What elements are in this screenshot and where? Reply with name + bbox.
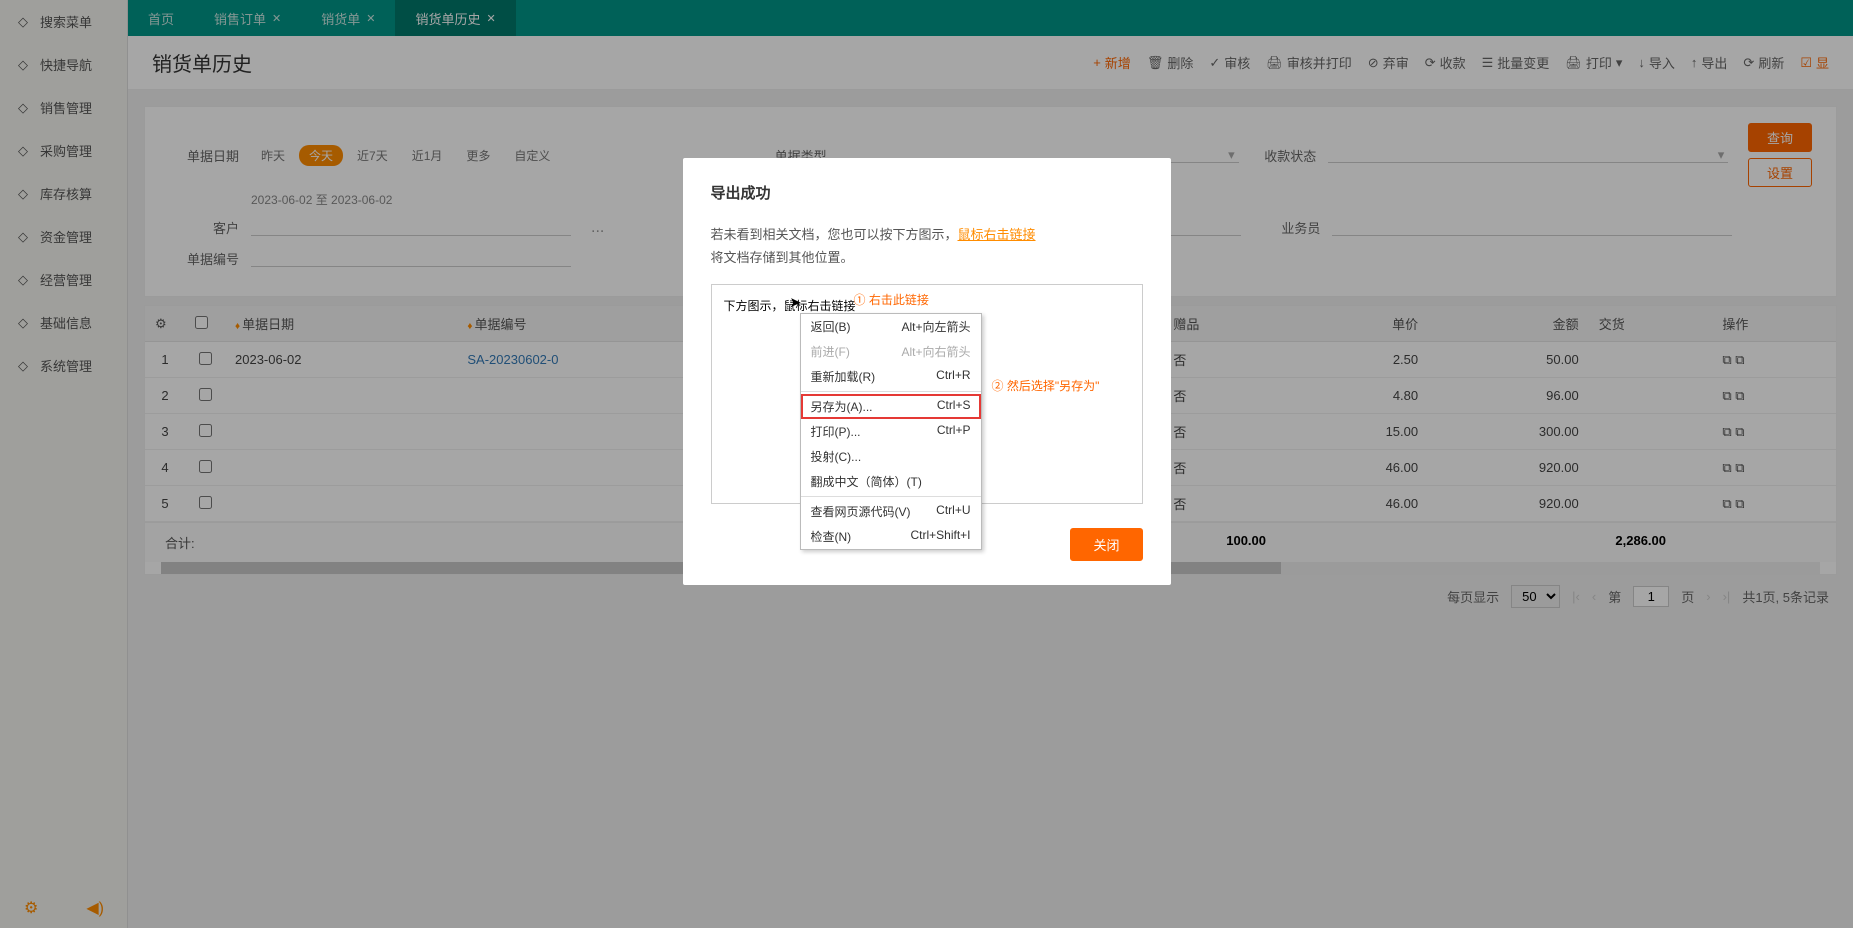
ctx-label: 另存为(A)... [811,398,873,415]
export-success-modal: 导出成功 若未看到相关文档，您也可以按下方图示，鼠标右击链接 将文档存储到其他位… [683,158,1171,585]
ctx-label: 打印(P)... [811,423,861,440]
ctx-item-0: 返回(B) Alt+向左箭头 [801,314,981,339]
ctx-key: Ctrl+P [937,423,971,440]
modal-close-button[interactable]: 关闭 [1070,528,1142,561]
ctx-label: 投射(C)... [811,448,862,465]
ctx-item-2: 重新加载(R) Ctrl+R [801,364,981,389]
ctx-key: Alt+向右箭头 [901,343,970,360]
ctx-key: Ctrl+R [936,368,970,385]
ctx-label: 翻成中文（简体）(T) [811,473,922,490]
modal-text: 若未看到相关文档，您也可以按下方图示，鼠标右击链接 将文档存储到其他位置。 [711,223,1143,270]
ctx-item-7: 查看网页源代码(V) Ctrl+U [801,499,981,524]
modal-rightclick-link[interactable]: 鼠标右击链接 [958,227,1036,242]
ctx-item-4: 打印(P)... Ctrl+P [801,419,981,444]
ctx-label: 检查(N) [811,528,852,545]
ctx-label: 查看网页源代码(V) [811,503,911,520]
ctx-label: 重新加载(R) [811,368,876,385]
annotation-1: ① 右击此链接 [854,291,929,308]
annotation-2: ② 然后选择"另存为" [992,377,1100,394]
ctx-item-6: 翻成中文（简体）(T) [801,469,981,494]
ctx-key: Ctrl+U [936,503,970,520]
demo-box: 下方图示，鼠标右击链接 ➤ ① 右击此链接 返回(B)Alt+向左箭头前进(F)… [711,284,1143,504]
ctx-item-1: 前进(F) Alt+向右箭头 [801,339,981,364]
modal-title: 导出成功 [711,182,1143,203]
ctx-item-5: 投射(C)... [801,444,981,469]
ctx-key: Ctrl+Shift+I [910,528,970,545]
context-menu-demo: 返回(B) Alt+向左箭头前进(F) Alt+向右箭头重新加载(R) Ctrl+R 另… [800,313,982,550]
ctx-label: 返回(B) [811,318,851,335]
modal-line2: 将文档存储到其他位置。 [711,250,854,265]
ctx-item-3: 另存为(A)... Ctrl+S [801,394,981,419]
modal-overlay: 导出成功 若未看到相关文档，您也可以按下方图示，鼠标右击链接 将文档存储到其他位… [0,0,1853,928]
cursor-icon: ➤ [790,294,802,311]
modal-line1a: 若未看到相关文档，您也可以按下方图示， [711,227,958,242]
ctx-item-8: 检查(N) Ctrl+Shift+I [801,524,981,549]
ctx-key: Alt+向左箭头 [901,318,970,335]
ctx-key: Ctrl+S [937,398,971,415]
ctx-label: 前进(F) [811,343,850,360]
demo-prefix: 下方图示， [724,299,784,313]
